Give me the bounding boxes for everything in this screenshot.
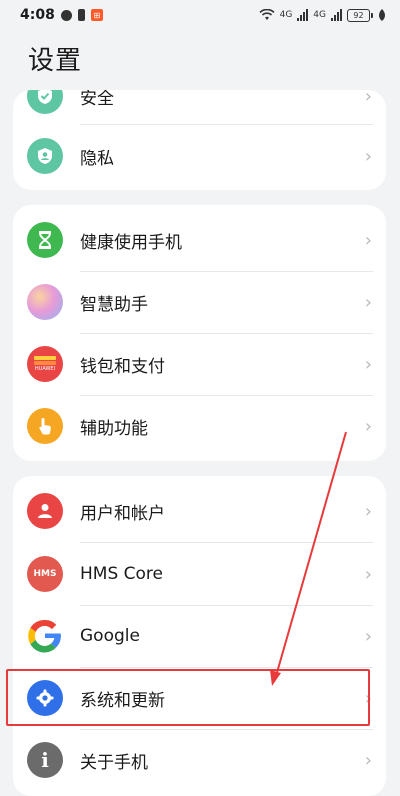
hms-icon: HMS	[27, 556, 63, 592]
round-app-icon	[60, 9, 72, 21]
settings-item-users-accounts[interactable]: 用户和帐户 ›	[13, 480, 386, 542]
info-icon: i	[27, 742, 63, 778]
user-icon	[27, 493, 63, 529]
app-notification-icon: ⊞	[90, 9, 103, 21]
network-tag-2: 4G	[313, 10, 326, 20]
settings-item-label: 健康使用手机	[80, 232, 182, 253]
privacy-shield-icon	[27, 138, 63, 174]
settings-item-label: HMS Core	[80, 564, 163, 584]
settings-item-label: 安全	[80, 90, 114, 109]
settings-item-about-phone[interactable]: i 关于手机 ›	[13, 729, 386, 791]
settings-item-label: 关于手机	[80, 752, 148, 773]
battery-saver-icon	[77, 9, 85, 21]
settings-item-label: 钱包和支付	[80, 356, 165, 377]
page-title: 设置	[28, 46, 83, 76]
signal-icon	[331, 9, 342, 21]
settings-item-label: 隐私	[80, 148, 114, 169]
chevron-right-icon: ›	[364, 625, 372, 647]
chevron-right-icon: ›	[364, 415, 372, 437]
accessibility-hand-icon	[27, 408, 63, 444]
info-glyph: i	[41, 748, 49, 772]
settings-card-3: 用户和帐户 › HMS HMS Core › Google › 系统和更新 › …	[13, 476, 386, 796]
settings-item-smart-assistant[interactable]: 智慧助手 ›	[13, 271, 386, 333]
settings-item-wallet[interactable]: HUAWEI 钱包和支付 ›	[13, 333, 386, 395]
settings-item-security[interactable]: 安全 ›	[13, 90, 386, 127]
wifi-icon	[259, 9, 275, 20]
chevron-right-icon: ›	[364, 749, 372, 771]
chevron-right-icon: ›	[364, 353, 372, 375]
shield-check-icon	[27, 90, 63, 114]
wallet-brand-text: HUAWEI	[34, 366, 56, 372]
chevron-right-icon: ›	[364, 500, 372, 522]
settings-item-label: 用户和帐户	[80, 503, 165, 524]
wallet-icon: HUAWEI	[27, 346, 63, 382]
status-time: 4:08	[20, 7, 55, 23]
settings-item-label: Google	[80, 626, 140, 646]
settings-item-accessibility[interactable]: 辅助功能 ›	[13, 395, 386, 457]
hms-icon-text: HMS	[33, 569, 57, 579]
chevron-right-icon: ›	[364, 229, 372, 251]
hourglass-icon	[27, 222, 63, 258]
settings-item-label: 智慧助手	[80, 294, 148, 315]
settings-card-2: 健康使用手机 › 智慧助手 › HUAWEI 钱包和支付 › 辅助功能 ›	[13, 205, 386, 461]
settings-card-security: 安全 › 隐私 ›	[13, 90, 386, 190]
chevron-right-icon: ›	[364, 291, 372, 313]
chevron-right-icon: ›	[364, 90, 372, 107]
chevron-right-icon: ›	[364, 145, 372, 167]
chevron-right-icon: ›	[364, 563, 372, 585]
settings-item-hms-core[interactable]: HMS HMS Core ›	[13, 543, 386, 605]
network-tag-1: 4G	[279, 10, 293, 20]
leaf-icon	[379, 9, 385, 21]
settings-item-privacy[interactable]: 隐私 ›	[13, 125, 386, 187]
google-icon	[27, 618, 63, 654]
highlight-box	[6, 669, 370, 726]
settings-item-google[interactable]: Google ›	[13, 605, 386, 667]
smart-assistant-orb-icon	[27, 284, 63, 320]
battery-icon: 92	[347, 8, 373, 22]
status-bar: 4:08 ⊞ 4G 4G 92	[0, 0, 400, 30]
battery-level: 92	[347, 8, 370, 22]
signal-icon	[297, 9, 309, 21]
settings-item-label: 辅助功能	[80, 418, 148, 439]
settings-item-health[interactable]: 健康使用手机 ›	[13, 209, 386, 271]
